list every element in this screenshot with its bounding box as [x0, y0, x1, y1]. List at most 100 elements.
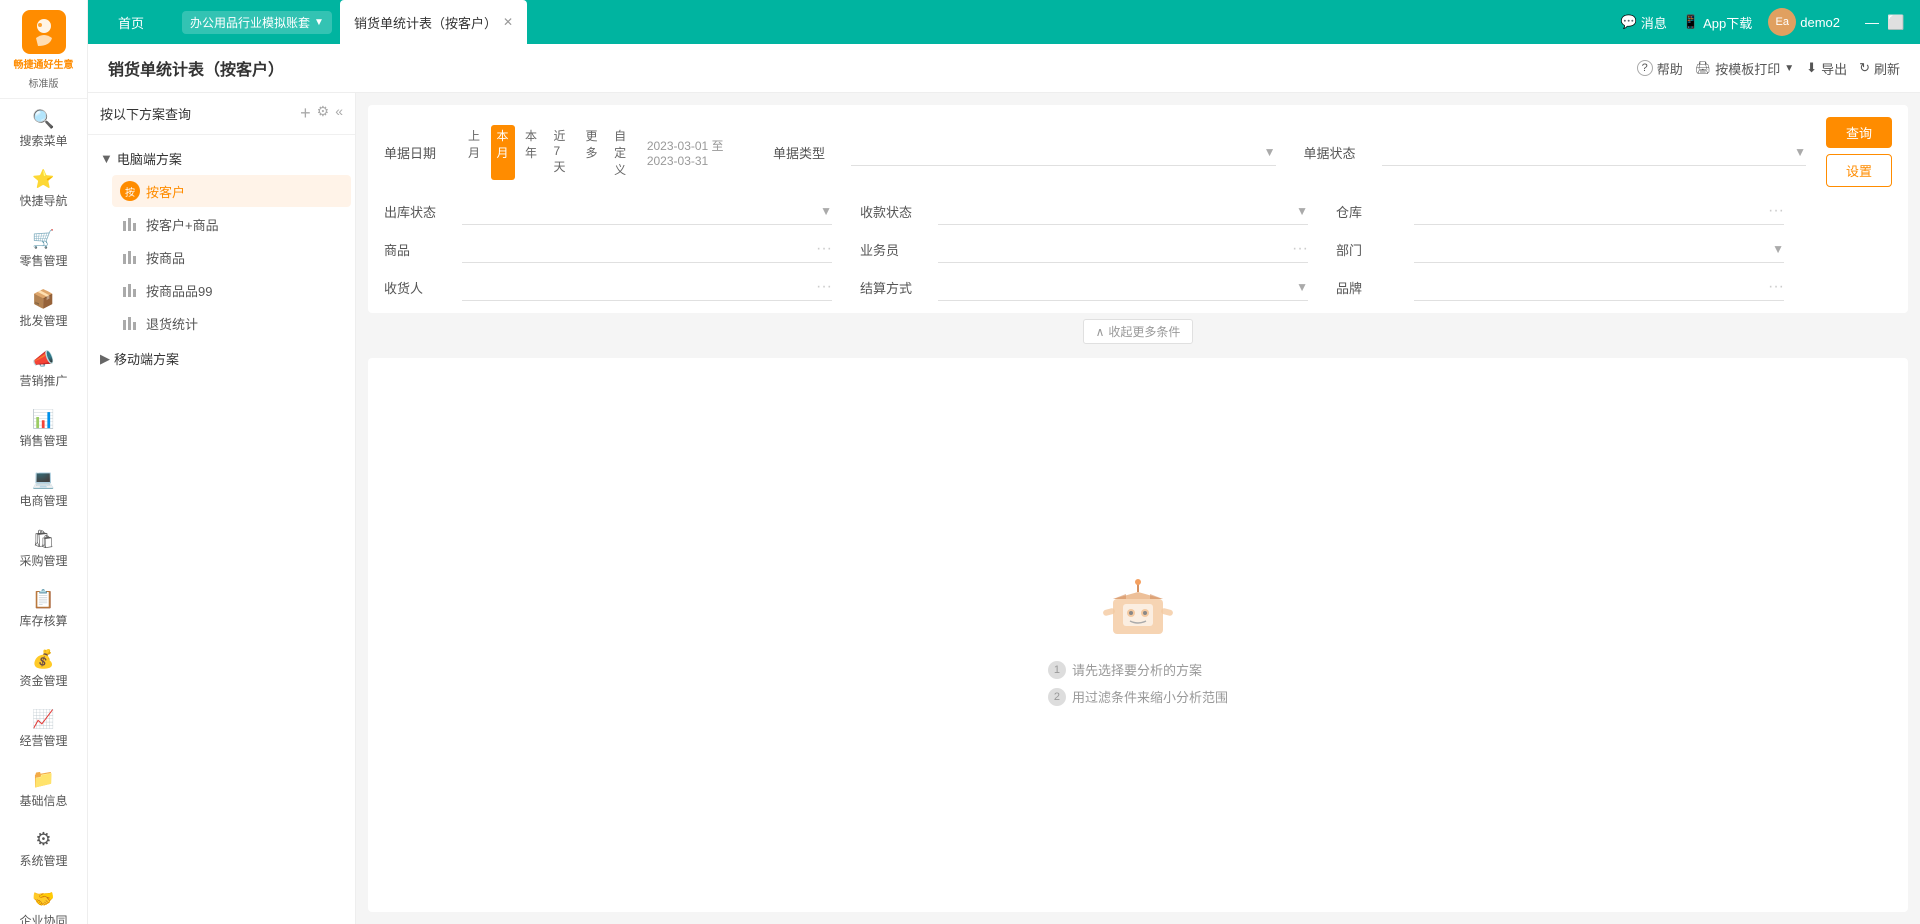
scheme-item-return-stat[interactable]: 退货统计	[112, 307, 351, 339]
template-print-button[interactable]: 🖨 按模板打印 ▼	[1695, 59, 1794, 78]
app-download-button[interactable]: 📱 App下载	[1683, 13, 1752, 32]
doc-status-chevron-icon: ▼	[1794, 145, 1806, 159]
purchase-nav-icon: 🛍	[32, 529, 55, 550]
doc-status-select[interactable]: ▼	[1382, 138, 1807, 166]
sidebar-item-finance[interactable]: 💰 资金管理	[0, 639, 87, 699]
messages-button[interactable]: 💬 消息	[1621, 13, 1667, 32]
export-icon: ⬇	[1806, 60, 1817, 76]
date-tab-last-month[interactable]: 上月	[462, 125, 487, 180]
collapse-button[interactable]: ∧ 收起更多条件	[1083, 319, 1194, 344]
download-icon: 📱	[1683, 14, 1699, 30]
sidebar-item-purchase[interactable]: 🛍 采购管理	[0, 519, 87, 579]
page-actions: ? 帮助 🖨 按模板打印 ▼ ⬇ 导出 ↻ 刷新	[1637, 59, 1900, 90]
chevron-down-icon: ▼	[314, 17, 324, 28]
app-name: 畅捷通好生意	[14, 56, 74, 71]
collapse-label: 收起更多条件	[1108, 323, 1180, 340]
scheme-item-by-customer-goods[interactable]: 按客户+商品	[112, 208, 351, 240]
sidebar-item-search-label: 搜索菜单	[19, 132, 67, 149]
scheme-item-by-customer[interactable]: 按 按客户	[112, 175, 351, 207]
page-header: 销货单统计表（按客户） ? 帮助 🖨 按模板打印 ▼ ⬇ 导出 ↻ 刷新	[88, 44, 1920, 93]
settings-button[interactable]: 设置	[1826, 154, 1892, 187]
department-select[interactable]: ▼	[1414, 235, 1784, 263]
app-version: 标准版	[29, 75, 59, 90]
sidebar-item-business[interactable]: 📈 经营管理	[0, 699, 87, 759]
sidebar-item-marketing[interactable]: 📣 营销推广	[0, 339, 87, 399]
sidebar-item-basic[interactable]: 📁 基础信息	[0, 759, 87, 819]
payment-method-select[interactable]: ▼	[938, 273, 1308, 301]
sidebar-item-retail[interactable]: 🛒 零售管理	[0, 219, 87, 279]
tab-home[interactable]: 首页	[104, 0, 158, 44]
refresh-button[interactable]: ↻ 刷新	[1859, 59, 1900, 78]
scheme-item-by-goods[interactable]: 按商品	[112, 241, 351, 273]
avatar: Ea	[1768, 8, 1796, 36]
mobile-section-label: 移动端方案	[114, 349, 179, 368]
sidebar-item-shortcut[interactable]: ⭐ 快捷导航	[0, 159, 87, 219]
pc-scheme-items: 按 按客户 按客户+商品	[88, 175, 355, 339]
pc-section-label: 电脑端方案	[117, 149, 182, 168]
sidebar-item-finance-label: 资金管理	[19, 672, 67, 689]
filter-row-3: 商品 ··· 业务员 ··· 部门	[384, 235, 1892, 263]
goods-select[interactable]: ···	[462, 235, 832, 263]
date-tab-more[interactable]: 更多	[580, 125, 605, 180]
doc-status-label: 单据状态	[1304, 143, 1374, 162]
collapse-bar: ∧ 收起更多条件	[368, 313, 1908, 350]
out-status-select[interactable]: ▼	[462, 197, 832, 225]
maximize-button[interactable]: ⬜	[1888, 14, 1904, 30]
help-button[interactable]: ? 帮助	[1637, 59, 1683, 78]
sidebar-item-purchase-label: 采购管理	[19, 552, 67, 569]
recv-status-select[interactable]: ▼	[938, 197, 1308, 225]
date-tab-this-month[interactable]: 本月	[491, 125, 516, 180]
export-button[interactable]: ⬇ 导出	[1806, 59, 1847, 78]
industry-selector[interactable]: 办公用品行业模拟账套 ▼	[182, 11, 332, 34]
sidebar-item-enterprise-label: 企业协同	[19, 912, 67, 924]
sidebar-item-wholesale[interactable]: 📦 批发管理	[0, 279, 87, 339]
tab-sales-stat[interactable]: 销货单统计表（按客户） ✕	[340, 0, 527, 44]
pc-scheme-section: ▼ 电脑端方案 按 按客户	[88, 143, 355, 339]
sidebar-item-enterprise[interactable]: 🤝 企业协同	[0, 879, 87, 924]
shortcut-nav-icon: ⭐	[32, 169, 54, 190]
sidebar-logo: 畅捷通好生意 标准版	[0, 0, 87, 99]
query-button[interactable]: 查询	[1826, 117, 1892, 148]
sidebar-item-inventory[interactable]: 📋 库存核算	[0, 579, 87, 639]
collapse-panel-button[interactable]: «	[335, 103, 343, 124]
help-icon: ?	[1637, 60, 1653, 76]
brand-select[interactable]: ···	[1414, 273, 1784, 301]
date-tab-custom[interactable]: 自定义	[608, 125, 639, 180]
sidebar-item-shortcut-label: 快捷导航	[19, 192, 67, 209]
template-print-label: 按模板打印	[1715, 59, 1780, 78]
sidebar-item-ecommerce[interactable]: 💻 电商管理	[0, 459, 87, 519]
salesperson-label: 业务员	[860, 240, 930, 259]
finance-nav-icon: 💰	[32, 649, 54, 670]
pc-section-arrow: ▼	[100, 151, 113, 166]
sidebar-item-wholesale-label: 批发管理	[19, 312, 67, 329]
scheme-item-by-customer-goods-label: 按客户+商品	[146, 215, 219, 234]
mobile-section-toggle[interactable]: ▶ 移动端方案	[88, 343, 355, 374]
help-label: 帮助	[1657, 59, 1683, 78]
out-status-label: 出库状态	[384, 202, 454, 221]
sidebar-item-sales[interactable]: 📊 销售管理	[0, 399, 87, 459]
sidebar-item-search[interactable]: 🔍 搜索菜单	[0, 99, 87, 159]
sidebar-item-ecommerce-label: 电商管理	[19, 492, 67, 509]
salesperson-select[interactable]: ···	[938, 235, 1308, 263]
date-tab-last-7[interactable]: 近7天	[548, 125, 576, 180]
window-controls: — ⬜	[1864, 14, 1904, 30]
receiver-select[interactable]: ···	[462, 273, 832, 301]
pc-section-toggle[interactable]: ▼ 电脑端方案	[88, 143, 355, 174]
by-customer-goods-icon	[120, 214, 140, 234]
brand-dots-icon: ···	[1768, 278, 1784, 296]
sidebar-item-system[interactable]: ⚙ 系统管理	[0, 819, 87, 879]
by-goods-icon	[120, 247, 140, 267]
add-scheme-button[interactable]: +	[300, 103, 311, 124]
minimize-button[interactable]: —	[1864, 14, 1880, 30]
empty-tip-2: 2 用过滤条件来缩小分析范围	[1048, 687, 1228, 706]
tab-close-icon[interactable]: ✕	[503, 15, 513, 29]
date-tab-this-year[interactable]: 本年	[519, 125, 544, 180]
tab-sales-stat-label: 销货单统计表（按客户）	[354, 13, 497, 32]
scheme-item-by-goods-99[interactable]: 按商品品99	[112, 274, 351, 306]
user-profile[interactable]: Ea demo2	[1768, 8, 1840, 36]
topbar-right: 💬 消息 📱 App下载 Ea demo2 — ⬜	[1621, 8, 1904, 36]
avatar-initials: Ea	[1776, 16, 1789, 28]
doc-type-select[interactable]: ▼	[851, 138, 1276, 166]
warehouse-select[interactable]: ···	[1414, 197, 1784, 225]
settings-scheme-button[interactable]: ⚙	[317, 103, 330, 124]
